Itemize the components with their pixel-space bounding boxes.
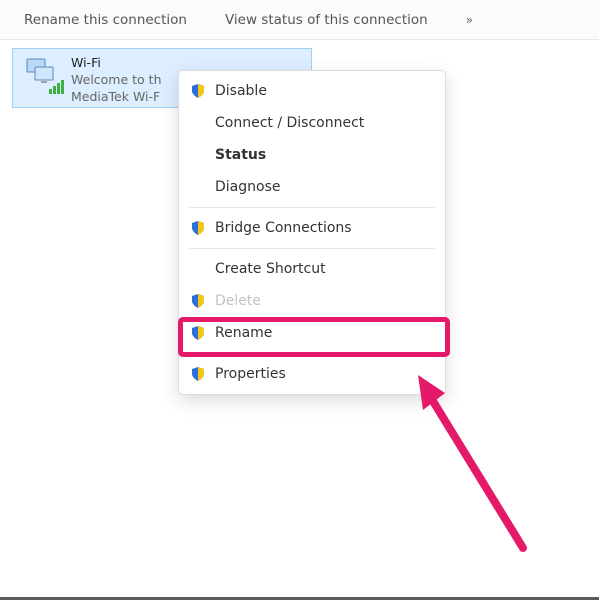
menu-rename[interactable]: Rename <box>179 317 445 349</box>
adapter-network: Welcome to th <box>71 72 162 89</box>
menu-properties[interactable]: Properties <box>179 358 445 390</box>
menu-label: Rename <box>215 325 272 341</box>
adapter-device: MediaTek Wi-F <box>71 89 162 106</box>
menu-label: Delete <box>215 293 261 309</box>
menu-status[interactable]: Status <box>179 139 445 171</box>
menu-connect-disconnect[interactable]: Connect / Disconnect <box>179 107 445 139</box>
shield-icon <box>189 219 207 237</box>
menu-label: Disable <box>215 83 267 99</box>
menu-label: Status <box>215 147 266 163</box>
shield-icon <box>189 324 207 342</box>
menu-delete: Delete <box>179 285 445 317</box>
menu-separator <box>189 353 435 354</box>
menu-diagnose[interactable]: Diagnose <box>179 171 445 203</box>
menu-separator <box>189 248 435 249</box>
adapter-context-menu: Disable Connect / Disconnect Status Diag… <box>178 70 446 395</box>
shield-icon <box>189 82 207 100</box>
adapter-name: Wi-Fi <box>71 55 162 72</box>
menu-disable[interactable]: Disable <box>179 75 445 107</box>
shield-icon <box>189 365 207 383</box>
toolbar-overflow[interactable]: » <box>466 13 473 27</box>
menu-label: Bridge Connections <box>215 220 352 236</box>
blank-icon <box>189 146 207 164</box>
menu-label: Create Shortcut <box>215 261 326 277</box>
menu-label: Properties <box>215 366 286 382</box>
menu-create-shortcut[interactable]: Create Shortcut <box>179 253 445 285</box>
blank-icon <box>189 114 207 132</box>
shield-icon <box>189 292 207 310</box>
network-adapter-icon <box>21 55 65 99</box>
menu-bridge-connections[interactable]: Bridge Connections <box>179 212 445 244</box>
command-bar: Rename this connection View status of th… <box>0 0 599 40</box>
menu-label: Connect / Disconnect <box>215 115 364 131</box>
toolbar-rename[interactable]: Rename this connection <box>24 12 187 28</box>
adapter-labels: Wi-Fi Welcome to th MediaTek Wi-F <box>71 55 162 106</box>
menu-separator <box>189 207 435 208</box>
toolbar-view-status[interactable]: View status of this connection <box>225 12 428 28</box>
blank-icon <box>189 178 207 196</box>
menu-label: Diagnose <box>215 179 280 195</box>
blank-icon <box>189 260 207 278</box>
